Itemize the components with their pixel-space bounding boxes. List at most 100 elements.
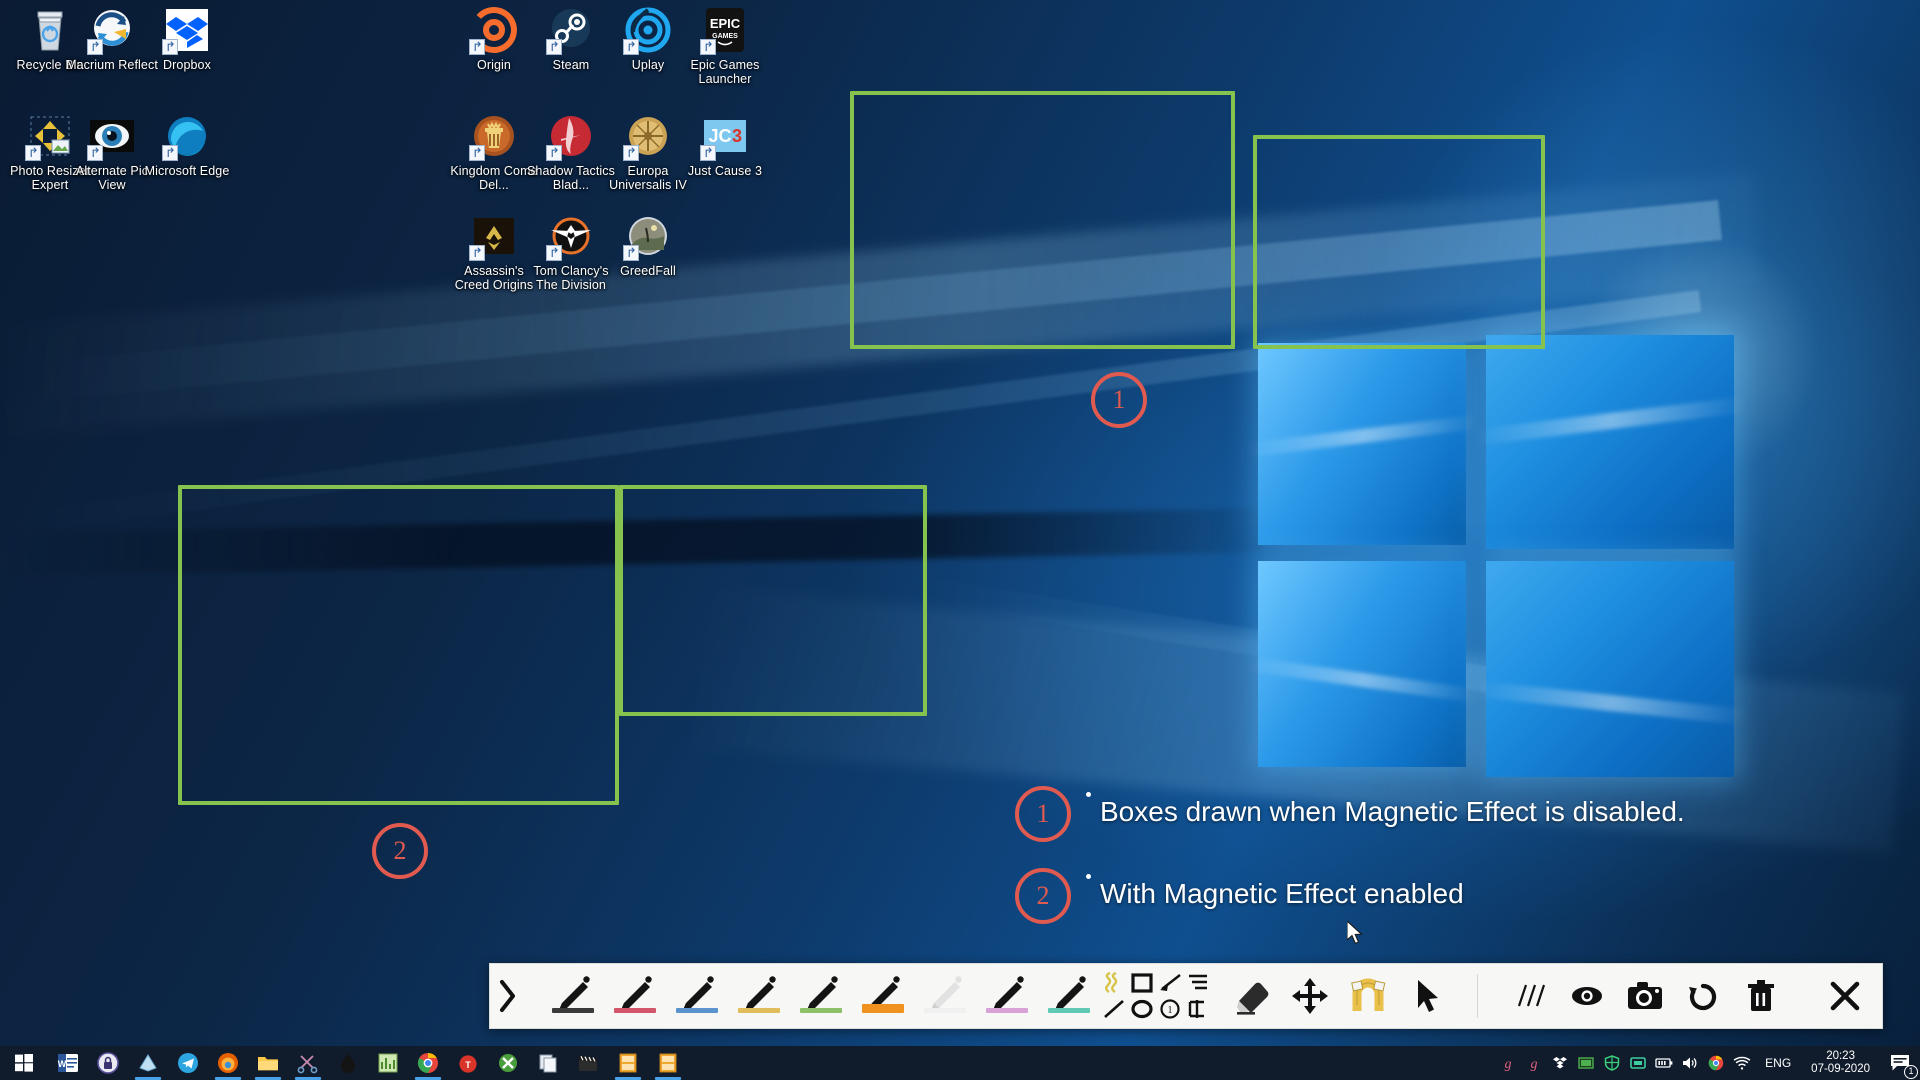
taskbar-notes[interactable] <box>528 1046 568 1080</box>
visibility-toggle[interactable] <box>1558 964 1616 1028</box>
desktop-icon-just-cause-3[interactable]: JC3 Just Cause 3 <box>677 112 773 178</box>
desktop-icon-greedfall[interactable]: GreedFall <box>600 212 696 278</box>
svg-text:GAMES: GAMES <box>712 33 738 40</box>
pen-white[interactable] <box>914 964 976 1028</box>
shape-tools-grid[interactable]: 1 <box>1100 964 1212 1028</box>
language-indicator[interactable]: ENG <box>1755 1046 1801 1080</box>
shortcut-overlay-icon <box>162 39 178 55</box>
taskbar-folder2[interactable] <box>648 1046 688 1080</box>
shape-line[interactable] <box>1102 998 1126 1020</box>
rect-group2-right[interactable] <box>619 485 927 716</box>
timer-icon: T <box>459 1055 477 1073</box>
taskbar-reader[interactable] <box>128 1046 168 1080</box>
taskbar-tomato[interactable]: T <box>448 1046 488 1080</box>
rect-group2-left[interactable] <box>178 485 619 805</box>
highlighter-orange[interactable] <box>852 964 914 1028</box>
dropbox-icon <box>162 6 211 55</box>
tray-security[interactable] <box>1599 1046 1625 1080</box>
taskbar-excel[interactable] <box>368 1046 408 1080</box>
tray-grammarly-2[interactable]: g <box>1521 1046 1547 1080</box>
rect-group1-right[interactable] <box>1253 135 1545 349</box>
tray-monitor[interactable] <box>1625 1046 1651 1080</box>
move-tool[interactable] <box>1281 964 1339 1028</box>
shortcut-overlay-icon <box>700 39 716 55</box>
magnet-tool[interactable] <box>1339 964 1397 1028</box>
pen-teal[interactable] <box>1038 964 1100 1028</box>
desktop-icon-label: Epic Games Launcher <box>690 58 760 86</box>
marker-2-canvas[interactable]: 2 <box>372 823 428 879</box>
wifi-icon <box>1733 1056 1751 1070</box>
screenshot-button[interactable] <box>1616 964 1674 1028</box>
clear-all-button[interactable] <box>1732 964 1790 1028</box>
select-pointer-tool[interactable] <box>1397 964 1455 1028</box>
taskbar-folder1[interactable] <box>608 1046 648 1080</box>
eraser-tool[interactable] <box>1223 964 1281 1028</box>
shape-text-lines[interactable] <box>1186 972 1210 994</box>
toolbar-divider <box>1477 974 1479 1018</box>
desktop-icon-epic-games[interactable]: EPIC GAMES Epic Games Launcher <box>677 6 773 86</box>
taskbar-clapper[interactable] <box>568 1046 608 1080</box>
taskbar-snip[interactable] <box>288 1046 328 1080</box>
dropbox-tray-icon <box>1553 1057 1568 1069</box>
shape-ellipse[interactable] <box>1130 998 1154 1020</box>
pen-black[interactable] <box>542 964 604 1028</box>
taskbar-lock[interactable] <box>88 1046 128 1080</box>
shape-numbered-circle[interactable]: 1 <box>1158 998 1182 1020</box>
taskbar-word[interactable]: W <box>48 1046 88 1080</box>
microsoft-edge-icon <box>162 112 211 161</box>
tray-chrome[interactable] <box>1703 1046 1729 1080</box>
marker-2-legend[interactable]: 2 <box>1015 868 1071 924</box>
pen-color-swatch <box>923 1008 966 1013</box>
tray-battery[interactable] <box>1651 1046 1677 1080</box>
taskbar-firefox[interactable] <box>208 1046 248 1080</box>
pen-color-swatch <box>737 1008 780 1013</box>
taskbar-teardrop[interactable] <box>328 1046 368 1080</box>
taskbar-telegram[interactable] <box>168 1046 208 1080</box>
collapse-toolbar-button[interactable] <box>490 964 527 1028</box>
windows-taskbar[interactable]: W T gg ENG 20:23 07-09-2020 1 <box>0 1046 1920 1080</box>
system-tray[interactable]: g g ENG 20:23 07-09-2020 1 <box>1495 1046 1920 1080</box>
steam-icon <box>546 6 595 55</box>
shortcut-overlay-icon <box>469 245 485 261</box>
spreadsheet-icon <box>378 1053 398 1073</box>
pen-group <box>542 964 1100 1028</box>
rect-group1-left[interactable] <box>850 91 1235 349</box>
taskbar-explorer[interactable] <box>248 1046 288 1080</box>
tray-dropbox[interactable] <box>1547 1046 1573 1080</box>
undo-button[interactable] <box>1674 964 1732 1028</box>
taskbar-chrome[interactable] <box>408 1046 448 1080</box>
pen-blue[interactable] <box>666 964 728 1028</box>
shortcut-overlay-icon <box>623 39 639 55</box>
tray-grammarly-1[interactable]: g <box>1495 1046 1521 1080</box>
tray-display[interactable] <box>1573 1046 1599 1080</box>
tray-volume[interactable] <box>1677 1046 1703 1080</box>
shape-rectangle[interactable] <box>1130 972 1154 994</box>
taskbar-xnview[interactable] <box>488 1046 528 1080</box>
close-button[interactable] <box>1808 964 1882 1028</box>
pen-green[interactable] <box>790 964 852 1028</box>
shape-dimension[interactable] <box>1186 998 1210 1020</box>
start-button[interactable] <box>0 1046 48 1080</box>
shape-arrow[interactable] <box>1158 972 1182 994</box>
reader-icon <box>139 1054 157 1072</box>
pen-red[interactable] <box>604 964 666 1028</box>
marker-1-legend[interactable]: 1 <box>1015 786 1071 842</box>
pen-pink[interactable] <box>976 964 1038 1028</box>
pen-yellow[interactable] <box>728 964 790 1028</box>
grammarly-icon: g <box>1505 1057 1512 1071</box>
mouse-cursor <box>1347 921 1363 945</box>
action-group <box>1500 964 1882 1028</box>
svg-text:EPIC: EPIC <box>710 16 741 31</box>
marker-1-canvas[interactable]: 1 <box>1091 372 1147 428</box>
shape-freehand-squiggle[interactable] <box>1102 972 1126 994</box>
stroke-width-tool[interactable] <box>1500 964 1558 1028</box>
taskbar-clock[interactable]: 20:23 07-09-2020 <box>1801 1050 1880 1076</box>
desktop-icon-dropbox[interactable]: Dropbox <box>139 6 235 72</box>
alternate-pic-view-icon <box>87 112 136 161</box>
annotation-toolbar[interactable]: 1 <box>489 963 1883 1029</box>
chrome-icon <box>417 1052 438 1074</box>
desktop-icon-microsoft-edge[interactable]: Microsoft Edge <box>139 112 235 178</box>
tray-network[interactable] <box>1729 1046 1755 1080</box>
assassins-creed-icon <box>469 212 518 261</box>
notifications-button[interactable]: 1 <box>1880 1046 1920 1080</box>
